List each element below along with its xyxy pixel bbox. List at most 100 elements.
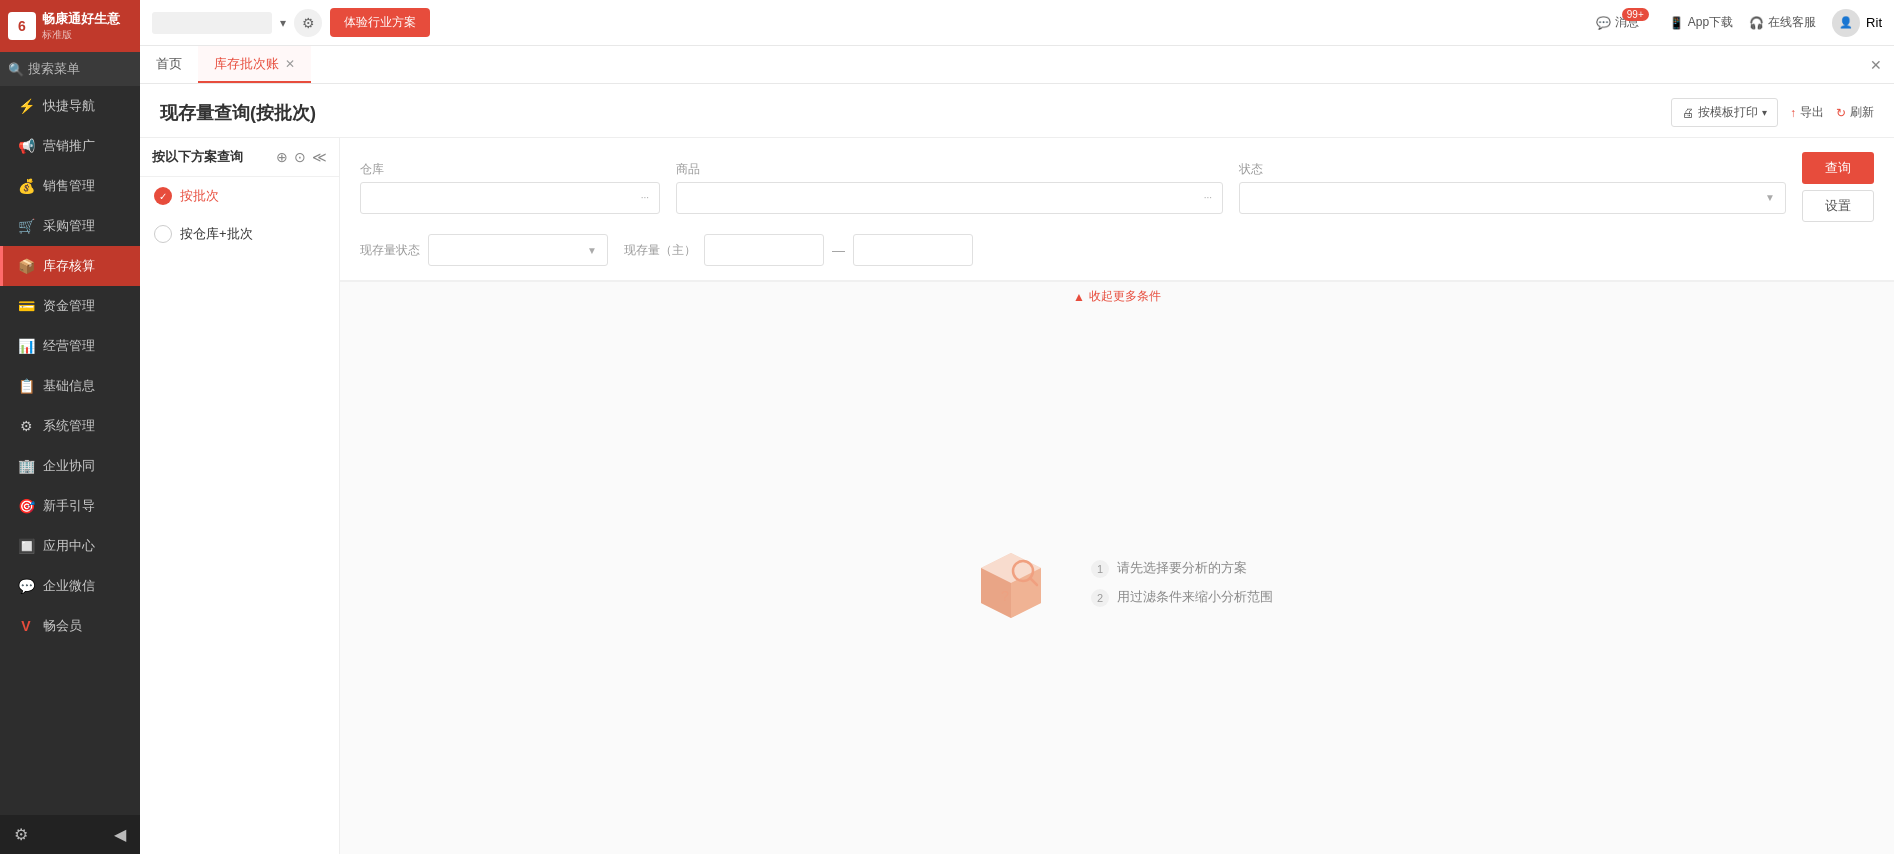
empty-state-text: 1 请先选择要分析的方案 2 用过滤条件来缩小分析范围 [1091, 559, 1273, 607]
enterprise-icon: 🏢 [17, 458, 35, 474]
status-value [1250, 190, 1254, 205]
stock-qty-dash: — [832, 243, 845, 258]
status-filter: 状态 ▼ [1239, 161, 1786, 214]
scheme-batch-label: 按批次 [180, 187, 219, 205]
tab-batch-inventory[interactable]: 库存批次账 ✕ [198, 46, 311, 83]
stock-qty-filter: 现存量（主） — [624, 234, 973, 266]
warehouse-more-icon: ··· [641, 192, 649, 203]
appstore-icon: 🔲 [17, 538, 35, 554]
sidebar-item-label: 库存核算 [43, 257, 95, 275]
topbar-gear-button[interactable]: ⚙ [294, 9, 322, 37]
export-icon: ↑ [1790, 106, 1796, 120]
messages-action[interactable]: 💬 消息 99+ [1596, 14, 1639, 31]
status-input[interactable]: ▼ [1239, 182, 1786, 214]
export-label: 导出 [1800, 104, 1824, 121]
scheme-item-warehouse-batch[interactable]: 按仓库+批次 [140, 215, 339, 253]
page-header-actions: 🖨 按模板打印 ▾ ↑ 导出 ↻ 刷新 [1671, 98, 1874, 127]
stock-qty-to-value [864, 243, 868, 258]
topbar-left: ▾ ⚙ 体验行业方案 [152, 8, 1596, 37]
tab-home[interactable]: 首页 [140, 46, 198, 83]
basics-icon: 📋 [17, 378, 35, 394]
product-input[interactable]: ··· [676, 182, 1223, 214]
step-2-number: 2 [1091, 589, 1109, 607]
close-page-button[interactable]: ✕ [1858, 46, 1894, 83]
settings-icon[interactable]: ⚙ [14, 825, 28, 844]
print-icon: 🖨 [1682, 106, 1694, 120]
print-button[interactable]: 🖨 按模板打印 ▾ [1671, 98, 1778, 127]
scheme-settings-icon[interactable]: ⊙ [294, 149, 306, 165]
collapse-bar[interactable]: ▲ 收起更多条件 [340, 281, 1894, 311]
sidebar-item-label: 系统管理 [43, 417, 95, 435]
tab-close-icon[interactable]: ✕ [285, 57, 295, 71]
experience-button[interactable]: 体验行业方案 [330, 8, 430, 37]
sidebar-item-label: 企业协同 [43, 457, 95, 475]
status-arrow-icon: ▼ [1765, 192, 1775, 203]
settings-button[interactable]: 设置 [1802, 190, 1874, 222]
main-area: 首页 库存批次账 ✕ ✕ 现存量查询(按批次) 🖨 按模板打印 ▾ ↑ 导出 ↻… [140, 46, 1894, 854]
sidebar-item-newbie[interactable]: 🎯 新手引导 [0, 486, 140, 526]
add-scheme-icon[interactable]: ⊕ [276, 149, 288, 165]
print-label: 按模板打印 [1698, 104, 1758, 121]
marketing-icon: 📢 [17, 138, 35, 154]
inventory-icon: 📦 [17, 258, 35, 274]
sidebar-item-enterprise[interactable]: 🏢 企业协同 [0, 446, 140, 486]
search-menu-label: 搜索菜单 [28, 60, 80, 78]
query-button[interactable]: 查询 [1802, 152, 1874, 184]
product-more-icon: ··· [1204, 192, 1212, 203]
sidebar-item-member[interactable]: V 畅会员 [0, 606, 140, 646]
weixin-icon: 💬 [17, 578, 35, 594]
user-menu[interactable]: 👤 Rit [1832, 9, 1882, 37]
sidebar-item-appstore[interactable]: 🔲 应用中心 [0, 526, 140, 566]
sidebar-item-purchase[interactable]: 🛒 采购管理 [0, 206, 140, 246]
refresh-button[interactable]: ↻ 刷新 [1836, 104, 1874, 121]
sidebar-item-operations[interactable]: 📊 经营管理 [0, 326, 140, 366]
warehouse-input[interactable]: ··· [360, 182, 660, 214]
sidebar-item-sales[interactable]: 💰 销售管理 [0, 166, 140, 206]
stock-qty-from-input[interactable] [704, 234, 824, 266]
stock-qty-from-value [715, 243, 719, 258]
sidebar-item-basics[interactable]: 📋 基础信息 [0, 366, 140, 406]
right-content: 仓库 ··· 商品 ··· 状态 [340, 138, 1894, 854]
left-panel-icons: ⊕ ⊙ ≪ [276, 149, 327, 165]
empty-state: ? 1 请先选择要分析的方案 2 用过滤条件来缩小分析范围 [340, 311, 1894, 854]
empty-box-svg: ? [961, 533, 1061, 633]
collapse-panel-icon[interactable]: ≪ [312, 149, 327, 165]
headset-icon: 🎧 [1749, 16, 1764, 30]
left-panel: 按以下方案查询 ⊕ ⊙ ≪ ✓ 按批次 按仓库+批次 [140, 138, 340, 854]
page-title: 现存量查询(按批次) [160, 101, 316, 125]
search-menu[interactable]: 🔍 搜索菜单 [0, 52, 140, 86]
topbar-dropdown-button[interactable]: ▾ [280, 16, 286, 30]
tabs-bar: 首页 库存批次账 ✕ ✕ [140, 46, 1894, 84]
customer-service-action[interactable]: 🎧 在线客服 [1749, 14, 1816, 31]
avatar: 👤 [1832, 9, 1860, 37]
svg-text:?: ? [1001, 588, 1009, 604]
status-label: 状态 [1239, 161, 1786, 178]
sales-icon: 💰 [17, 178, 35, 194]
sidebar-item-shortcuts[interactable]: ⚡ 快捷导航 [0, 86, 140, 126]
warehouse-batch-scheme-icon [154, 225, 172, 243]
sidebar-item-label: 企业微信 [43, 577, 95, 595]
refresh-label: 刷新 [1850, 104, 1874, 121]
sidebar-item-finance[interactable]: 💳 资金管理 [0, 286, 140, 326]
page-header: 现存量查询(按批次) 🖨 按模板打印 ▾ ↑ 导出 ↻ 刷新 [140, 84, 1894, 138]
sidebar-item-label: 应用中心 [43, 537, 95, 555]
stock-status-arrow-icon: ▼ [587, 245, 597, 256]
product-value [687, 190, 691, 205]
step-2-text: 用过滤条件来缩小分析范围 [1117, 588, 1273, 606]
sidebar-item-inventory[interactable]: 📦 库存核算 [0, 246, 140, 286]
collapse-sidebar-icon[interactable]: ◀ [114, 825, 126, 844]
search-icon: 🔍 [8, 62, 24, 77]
app-download-action[interactable]: 📱 App下载 [1669, 14, 1733, 31]
scheme-item-batch[interactable]: ✓ 按批次 [140, 177, 339, 215]
phone-icon: 📱 [1669, 16, 1684, 30]
sidebar-item-weixin[interactable]: 💬 企业微信 [0, 566, 140, 606]
topbar-right: 💬 消息 99+ 📱 App下载 🎧 在线客服 👤 Rit [1596, 9, 1882, 37]
sidebar-item-system[interactable]: ⚙ 系统管理 [0, 406, 140, 446]
sidebar-item-marketing[interactable]: 📢 营销推广 [0, 126, 140, 166]
empty-step-2: 2 用过滤条件来缩小分析范围 [1091, 588, 1273, 607]
export-button[interactable]: ↑ 导出 [1790, 104, 1824, 121]
step-1-number: 1 [1091, 560, 1109, 578]
stock-status-input[interactable]: ▼ [428, 234, 608, 266]
stock-qty-to-input[interactable] [853, 234, 973, 266]
print-dropdown-icon: ▾ [1762, 107, 1767, 118]
